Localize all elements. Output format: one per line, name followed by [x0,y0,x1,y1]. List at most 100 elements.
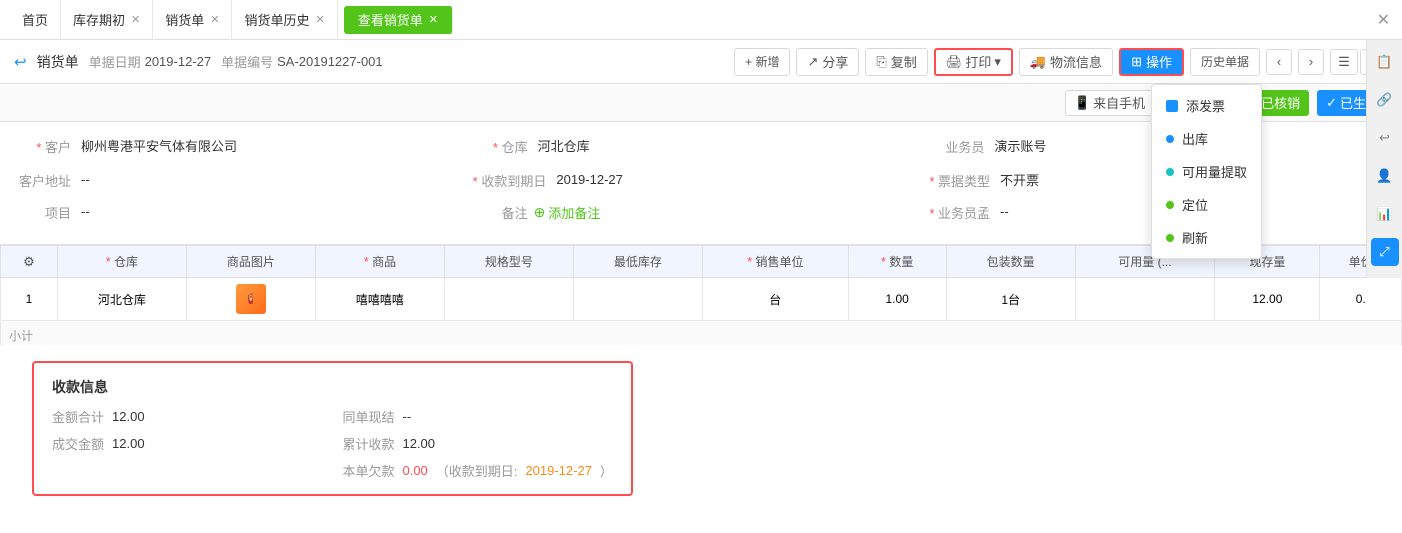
summary-grid: 金额合计 12.00 同单现结 -- 成交金额 12.00 累计收款 12.00 [52,407,613,480]
due-value: 0.00 [402,463,427,478]
cell-image: 🧯 [186,278,315,321]
project-field: 项目 -- [16,202,473,222]
cell-warehouse: 河北仓库 [57,278,186,321]
sidebar-icon-expand[interactable]: ⤢ [1371,238,1399,266]
summary-cumulative: 累计收款 12.00 [342,434,612,453]
dropdown-item-refresh[interactable]: 刷新 [1152,221,1261,254]
history-button[interactable]: 历史单据 [1190,48,1260,76]
customer-label: 客户 [16,137,71,156]
col-quantity: * 数量 [848,246,946,278]
settings-icon: ⚙ [23,254,35,269]
cumulative-value: 12.00 [402,436,435,451]
subtotal-row: 小计 [1,321,1402,346]
col-unit: * 销售单位 [702,246,848,278]
sidebar-icon-5[interactable]: 📊 [1371,200,1399,228]
summary-deal-amount: 成交金额 12.00 [52,434,322,453]
address-field: 客户地址 -- [16,170,473,190]
table-container: ⚙ * 仓库 商品图片 * 商品 规格型号 最低库存 * 销售单位 * 数量 包… [0,245,1402,345]
share-button[interactable]: ↗ 分享 [796,48,859,76]
col-product: * 商品 [315,246,444,278]
cell-product: 嘻嘻嘻嘻 [315,278,444,321]
payment-date-label: 收款到期日 [473,171,547,190]
cell-spec [444,278,573,321]
tab-close-inventory[interactable]: ✕ [131,13,140,26]
note-field: 备注 ⊕ 添加备注 [473,203,930,222]
print-dropdown-icon: ▾ [994,54,1001,70]
address-value: -- [77,170,197,190]
tab-inventory-init[interactable]: 库存期初 ✕ [61,0,153,40]
dropdown-item-invoice[interactable]: 添发票 [1152,89,1261,122]
tab-sales[interactable]: 销货单 ✕ [153,0,232,40]
warehouse-value: 河北仓库 [534,134,654,158]
salesman-value: -- [996,202,1116,222]
due-date: 2019-12-27 [525,463,592,478]
nav-prev-button[interactable]: ‹ [1266,49,1292,75]
payment-date-field: 收款到期日 2019-12-27 [473,170,930,190]
cell-quantity: 1.00 [848,278,946,321]
sidebar-icon-3[interactable]: ↩ [1371,124,1399,152]
share-icon: ↗ [807,54,818,70]
mobile-icon: 📱 [1074,95,1090,111]
note-label: 备注 [473,203,528,222]
plus-icon: ⊕ [534,204,546,221]
dropdown-item-outbound[interactable]: 出库 [1152,122,1261,155]
right-sidebar: 📋 🔗 ↩ 👤 📊 ⤢ [1366,40,1402,278]
doc-icon: ↩ [14,53,27,71]
subtotal-label: 小计 [1,321,1402,346]
address-label: 客户地址 [16,171,71,190]
tab-bar: 首页 库存期初 ✕ 销货单 ✕ 销货单历史 ✕ 查看销货单 ✕ ✕ [0,0,1402,40]
total-value: 12.00 [112,409,145,424]
summary-same-order: 同单现结 -- [342,407,612,426]
window-close-icon[interactable]: ✕ [1377,10,1390,30]
col-settings[interactable]: ⚙ [1,246,58,278]
effect-icon: ✓ [1326,95,1337,111]
tab-close-view[interactable]: ✕ [429,13,438,26]
logistics-button[interactable]: 🚚 物流信息 [1019,48,1113,76]
nav-next-button[interactable]: › [1298,49,1324,75]
customer-field: 客户 柳州粤港平安气体有限公司 [16,134,473,158]
print-button[interactable]: 🖨 打印 ▾ [934,48,1013,76]
tab-sales-history[interactable]: 销货单历史 ✕ [232,0,337,40]
summary-title: 收款信息 [52,377,613,397]
product-image: 🧯 [236,284,266,314]
meta-date: 单据日期 2019-12-27 [89,52,212,71]
cell-unit: 台 [702,278,848,321]
staff-value: 演示账号 [990,134,1110,158]
tab-home[interactable]: 首页 [10,0,61,40]
new-button[interactable]: + 新增 [734,48,790,76]
add-note-button[interactable]: ⊕ 添加备注 [534,203,601,222]
staff-label: 业务员 [929,137,984,156]
sidebar-icon-1[interactable]: 📋 [1371,48,1399,76]
list-view-button[interactable]: ☰ [1330,49,1358,75]
copy-icon: ⎘ [876,54,886,70]
sidebar-icon-4[interactable]: 👤 [1371,162,1399,190]
col-warehouse: * 仓库 [57,246,186,278]
copy-button[interactable]: ⎘ 复制 [865,48,927,76]
summary-due: 本单欠款 0.00 （收款到期日: 2019-12-27 ） [342,461,612,480]
invoice-icon [1166,100,1178,112]
customer-value: 柳州粤港平安气体有限公司 [77,134,241,158]
main-toolbar: ↩ 销货单 单据日期 2019-12-27 单据编号 SA-20191227-0… [0,40,1402,84]
tab-close-history[interactable]: ✕ [316,13,325,26]
tab-close-sales[interactable]: ✕ [210,13,219,26]
ticket-label: 票据类型 [929,171,990,190]
tab-view-sales[interactable]: 查看销货单 ✕ [344,6,453,34]
available-dot [1166,168,1174,176]
dropdown-item-locate[interactable]: 定位 [1152,188,1261,221]
cell-min-stock [573,278,702,321]
operation-dropdown: 添发票 出库 可用量提取 定位 刷新 [1151,84,1262,259]
col-pack-qty: 包装数量 [946,246,1075,278]
sidebar-icon-2[interactable]: 🔗 [1371,86,1399,114]
operation-icon: ⊞ [1131,54,1142,70]
deal-amount-value: 12.00 [112,436,145,451]
payment-date-value: 2019-12-27 [552,170,672,190]
warehouse-field: 仓库 河北仓库 [473,134,930,158]
operation-button[interactable]: ⊞ 操作 [1119,48,1184,76]
salesman-label: 业务员孟 [929,203,990,222]
logistics-icon: 🚚 [1030,54,1046,70]
from-mobile-button[interactable]: 📱 来自手机 [1065,90,1154,116]
cell-index: 1 [1,278,58,321]
outbound-dot [1166,135,1174,143]
dropdown-item-available[interactable]: 可用量提取 [1152,155,1261,188]
cell-pack-qty: 1台 [946,278,1075,321]
